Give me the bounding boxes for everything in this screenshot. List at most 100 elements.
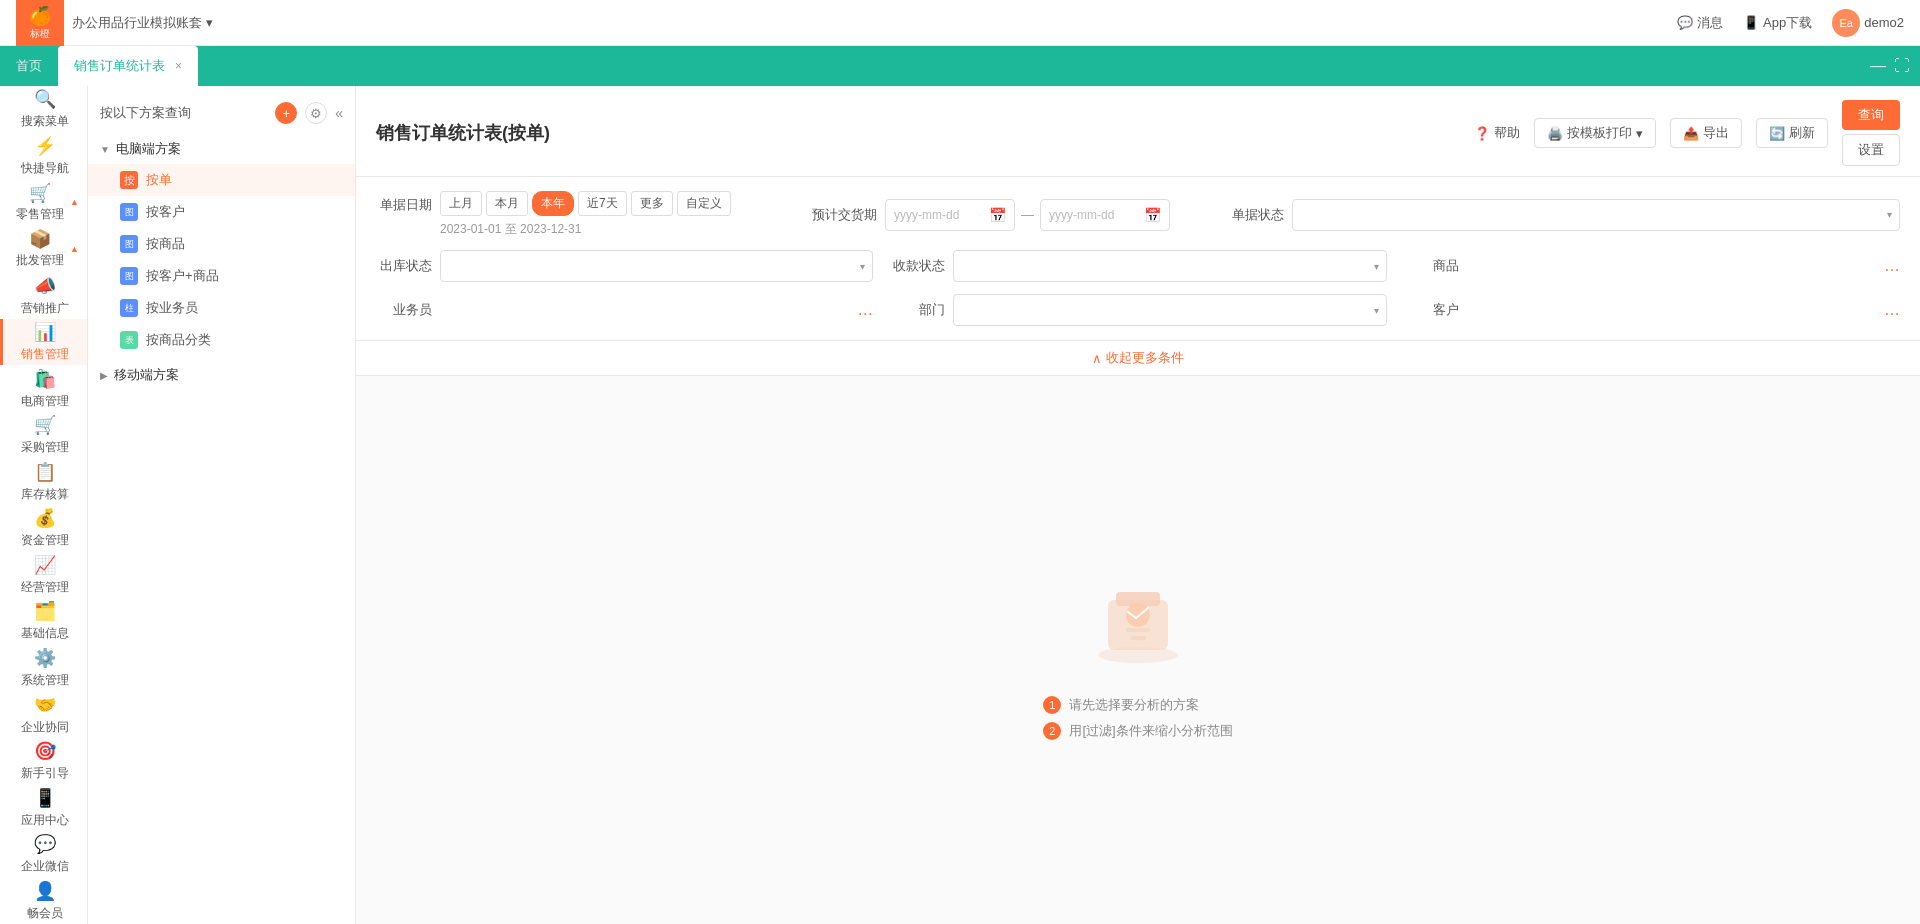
settings-btn[interactable]: 设置 xyxy=(1842,134,1900,166)
pc-scheme-group-title[interactable]: ▼ 电脑端方案 xyxy=(88,134,355,164)
salesperson-label: 业务员 xyxy=(376,301,432,319)
collapse-icon: ∧ xyxy=(1092,351,1102,366)
scheme-icon-按商品分类: 表 xyxy=(120,331,138,349)
collection-select-wrapper: ▾ xyxy=(953,250,1386,282)
expected-date-inputs: yyyy-mm-dd 📅 — yyyy-mm-dd 📅 xyxy=(885,199,1170,231)
sidebar-item-retail[interactable]: 🛒 零售管理 ▲ xyxy=(0,179,87,226)
scheme-item-按单[interactable]: 按 按单 xyxy=(88,164,355,196)
content-area: 按以下方案查询 + ⚙ « ▼ 电脑端方案 按 按单 图 按客户 xyxy=(88,86,1920,924)
scheme-label-按单: 按单 xyxy=(146,171,172,189)
sidebar-item-enterprise[interactable]: 🤝 企业协同 xyxy=(0,691,87,738)
sidebar-item-sales[interactable]: 📊 销售管理 xyxy=(0,319,87,366)
download-btn[interactable]: 📱 App下载 xyxy=(1743,14,1812,32)
expected-date-end[interactable]: yyyy-mm-dd 📅 xyxy=(1040,199,1170,231)
download-icon: 📱 xyxy=(1743,15,1759,30)
sidebar-item-purchase[interactable]: 🛒 采购管理 xyxy=(0,412,87,459)
date-btn-this-month[interactable]: 本月 xyxy=(486,191,528,216)
collection-select[interactable] xyxy=(953,250,1386,282)
system-icon: ⚙️ xyxy=(34,647,56,669)
tab-home[interactable]: 首页 xyxy=(0,46,58,86)
app-selector[interactable]: 办公用品行业模拟账套 ▾ xyxy=(72,14,213,32)
collapse-bar[interactable]: ∧ 收起更多条件 xyxy=(356,341,1920,376)
scheme-item-按业务员[interactable]: 柱 按业务员 xyxy=(88,292,355,324)
scheme-icon-按业务员: 柱 xyxy=(120,299,138,317)
avatar-text: Ea xyxy=(1840,17,1853,29)
scheme-item-按商品[interactable]: 图 按商品 xyxy=(88,228,355,260)
export-label: 导出 xyxy=(1703,124,1729,142)
tab-close-btn[interactable]: × xyxy=(175,59,182,73)
main-layout: 🔍 搜索菜单 ⚡ 快捷导航 🛒 零售管理 ▲ 📦 批发管理 ▲ 📣 营销推广 xyxy=(0,86,1920,924)
sidebar-item-marketing[interactable]: 📣 营销推广 xyxy=(0,272,87,319)
sidebar-item-quick-nav[interactable]: ⚡ 快捷导航 xyxy=(0,133,87,180)
expected-date-label: 预计交货期 xyxy=(812,206,877,224)
sidebar-item-inventory-label: 库存核算 xyxy=(21,486,69,503)
goods-more-btn[interactable]: … xyxy=(1884,257,1900,275)
sidebar-item-appstore[interactable]: 📱 应用中心 xyxy=(0,784,87,831)
scheme-item-按客户[interactable]: 图 按客户 xyxy=(88,196,355,228)
sidebar-item-wechat[interactable]: 💬 企业微信 xyxy=(0,831,87,878)
sidebar-item-enterprise-label: 企业协同 xyxy=(21,719,69,736)
wholesale-arrow: ▲ xyxy=(70,244,79,254)
date-start-placeholder: yyyy-mm-dd xyxy=(894,208,959,222)
retail-icon: 🛒 xyxy=(29,182,51,204)
sidebar-item-inventory[interactable]: 📋 库存核算 xyxy=(0,459,87,506)
status-select-wrapper: ▾ xyxy=(1292,199,1900,231)
sidebar-item-basic[interactable]: 🗂️ 基础信息 xyxy=(0,598,87,645)
sidebar-item-wholesale[interactable]: 📦 批发管理 ▲ xyxy=(0,226,87,273)
sidebar-item-ecommerce[interactable]: 🛍️ 电商管理 xyxy=(0,365,87,412)
filter-area: 单据日期 上月 本月 本年 近7天 更多 自定义 2023-01-01 至 20… xyxy=(356,177,1920,341)
mobile-scheme-group: ▶ 移动端方案 xyxy=(88,360,355,390)
customer-more-btn[interactable]: … xyxy=(1884,301,1900,319)
sidebar-item-search[interactable]: 🔍 搜索菜单 xyxy=(0,86,87,133)
left-panel-actions: + ⚙ « xyxy=(275,102,343,124)
scheme-item-按客户+商品[interactable]: 图 按客户+商品 xyxy=(88,260,355,292)
sidebar-item-system[interactable]: ⚙️ 系统管理 xyxy=(0,645,87,692)
salesperson-more-btn[interactable]: … xyxy=(857,301,873,319)
help-btn[interactable]: ❓ 帮助 xyxy=(1474,124,1520,142)
logo-icon: 🍊 xyxy=(29,5,51,27)
query-btn[interactable]: 查询 xyxy=(1842,100,1900,130)
message-btn[interactable]: 💬 消息 xyxy=(1677,14,1723,32)
sidebar-item-ops[interactable]: 📈 经营管理 xyxy=(0,552,87,599)
sidebar-item-retail-label: 零售管理 xyxy=(16,206,64,223)
sidebar-item-finance[interactable]: 💰 资金管理 xyxy=(0,505,87,552)
dept-select[interactable] xyxy=(953,294,1386,326)
status-select[interactable] xyxy=(1292,199,1900,231)
ecommerce-icon: 🛍️ xyxy=(34,368,56,390)
date-btn-more[interactable]: 更多 xyxy=(631,191,673,216)
scheme-item-按商品分类[interactable]: 表 按商品分类 xyxy=(88,324,355,356)
mobile-scheme-group-title[interactable]: ▶ 移动端方案 xyxy=(88,360,355,390)
collapse-panel-btn[interactable]: « xyxy=(335,105,343,121)
refresh-btn[interactable]: 🔄 刷新 xyxy=(1756,118,1828,148)
outbound-select[interactable] xyxy=(440,250,873,282)
search-icon: 🔍 xyxy=(34,88,56,110)
sidebar-item-member[interactable]: 👤 畅会员 xyxy=(0,878,87,924)
user-area[interactable]: Ea demo2 xyxy=(1832,9,1904,37)
add-scheme-btn[interactable]: + xyxy=(275,102,297,124)
window-minimize-btn[interactable]: — xyxy=(1870,57,1886,75)
date-btn-7days[interactable]: 近7天 xyxy=(578,191,627,216)
date-btn-custom[interactable]: 自定义 xyxy=(677,191,731,216)
export-btn[interactable]: 📤 导出 xyxy=(1670,118,1742,148)
sidebar-item-wechat-label: 企业微信 xyxy=(21,858,69,875)
retail-arrow: ▲ xyxy=(70,197,79,207)
window-maximize-btn[interactable]: ⛶ xyxy=(1894,57,1910,75)
appstore-icon: 📱 xyxy=(34,787,56,809)
tab-sales-order[interactable]: 销售订单统计表 × xyxy=(58,46,198,86)
message-label: 消息 xyxy=(1697,14,1723,32)
svg-point-3 xyxy=(1126,603,1150,627)
wechat-icon: 💬 xyxy=(34,833,56,855)
settings-scheme-btn[interactable]: ⚙ xyxy=(305,102,327,124)
message-icon: 💬 xyxy=(1677,15,1693,30)
expected-date-start[interactable]: yyyy-mm-dd 📅 xyxy=(885,199,1015,231)
sidebar-item-wholesale-label: 批发管理 xyxy=(16,252,64,269)
date-btn-last-month[interactable]: 上月 xyxy=(440,191,482,216)
sidebar-item-newbie[interactable]: 🎯 新手引导 xyxy=(0,738,87,785)
date-label: 单据日期 xyxy=(376,191,432,214)
mobile-group-triangle: ▶ xyxy=(100,370,108,381)
pc-group-label: 电脑端方案 xyxy=(116,140,181,158)
date-btn-this-year[interactable]: 本年 xyxy=(532,191,574,216)
wholesale-icon: 📦 xyxy=(29,228,51,250)
dept-select-wrapper: ▾ xyxy=(953,294,1386,326)
print-btn[interactable]: 🖨️ 按模板打印 ▾ xyxy=(1534,118,1656,148)
